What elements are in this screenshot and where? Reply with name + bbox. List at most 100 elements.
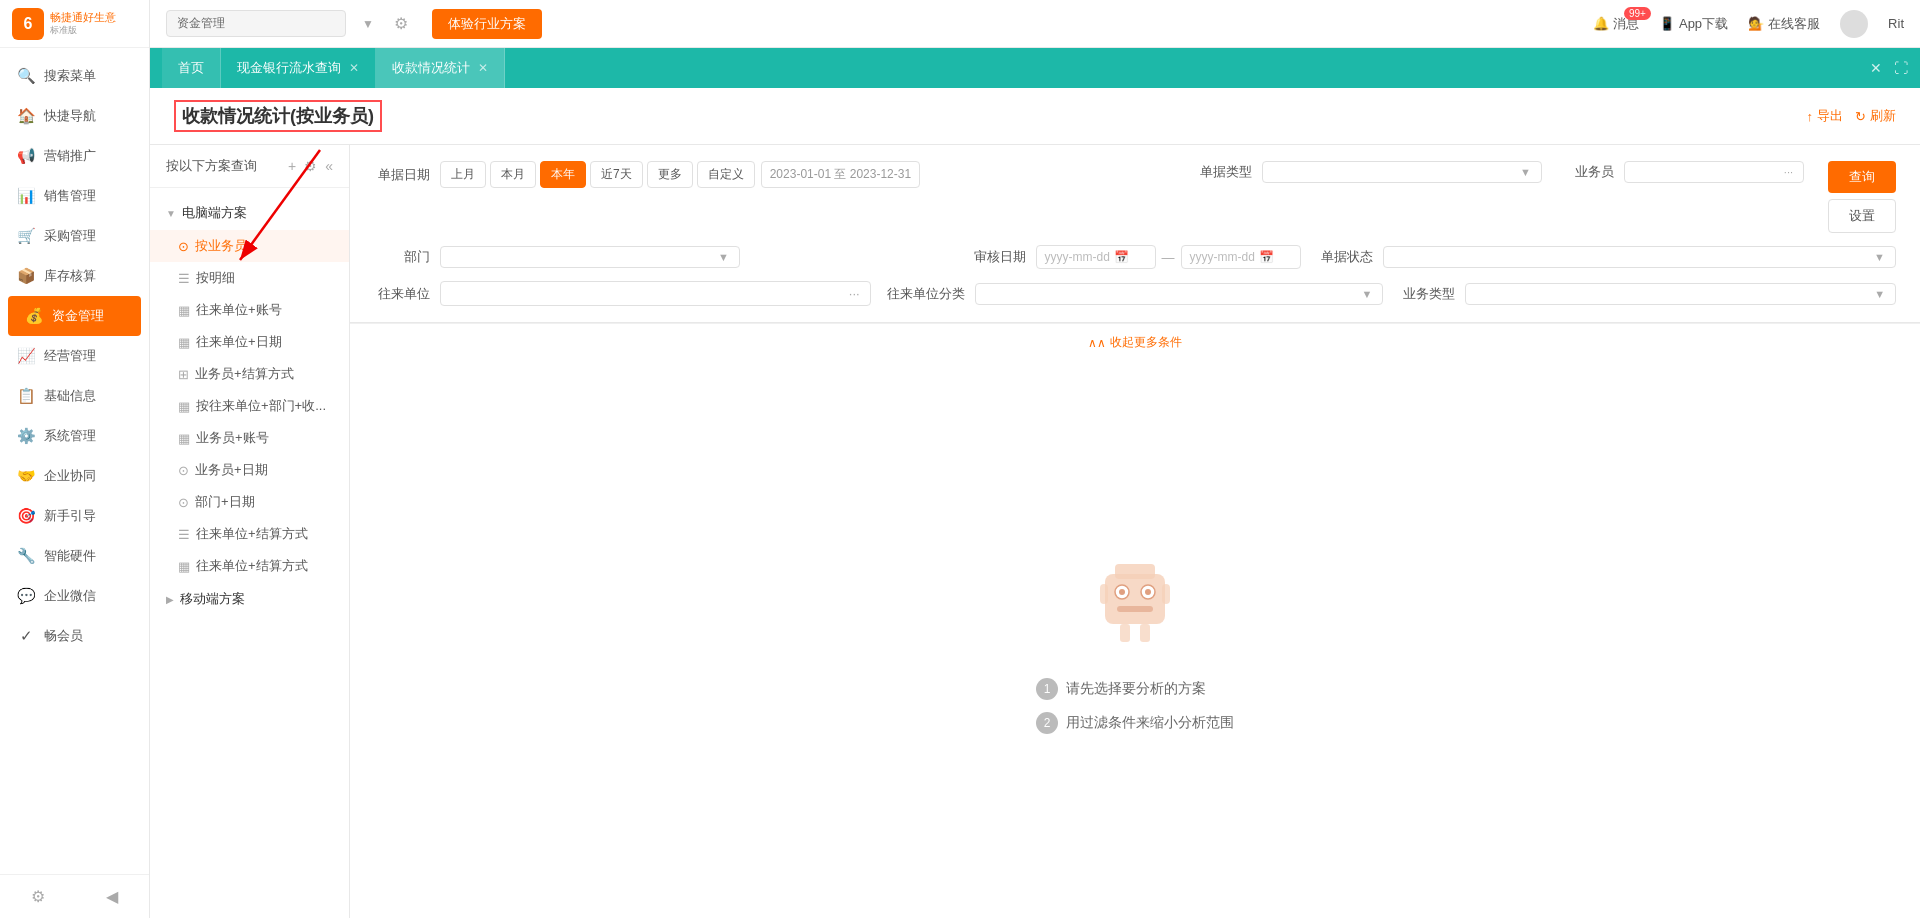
- tab-collection-stat-close-icon[interactable]: ✕: [478, 61, 488, 75]
- filter-row-2: 部门 ▼ 审核日期 yyyy-mm-dd 📅: [374, 245, 1896, 269]
- tab-fullscreen-icon[interactable]: ⛶: [1894, 60, 1908, 76]
- calendar-end-icon: 📅: [1259, 250, 1274, 264]
- sidebar-item-operation[interactable]: 📈 经营管理: [0, 336, 149, 376]
- tab-close-all-icon[interactable]: ✕: [1870, 60, 1882, 76]
- tab-home[interactable]: 首页: [162, 48, 221, 88]
- collapse-label: 收起更多条件: [1110, 334, 1182, 351]
- panel-add-icon[interactable]: +: [288, 158, 296, 174]
- tree-item-by-salesman[interactable]: ⊙ 按业务员: [150, 230, 349, 262]
- online-service-button[interactable]: 💁 在线客服: [1748, 15, 1820, 33]
- tree-item-dept-date[interactable]: ⊙ 部门+日期: [150, 486, 349, 518]
- empty-step-2: 2 用过滤条件来缩小分析范围: [1036, 712, 1234, 734]
- sidebar-item-guide[interactable]: 🎯 新手引导: [0, 496, 149, 536]
- sidebar-item-quick-nav[interactable]: 🏠 快捷导航: [0, 96, 149, 136]
- filter-row-3: 往来单位 ··· 往来单位分类 ▼: [374, 281, 1896, 306]
- sidebar-item-search-menu[interactable]: 🔍 搜索菜单: [0, 56, 149, 96]
- tree-item-customer-date[interactable]: ▦ 往来单位+日期: [150, 326, 349, 358]
- date-btn-this-month[interactable]: 本月: [490, 161, 536, 188]
- left-panel: 按以下方案查询 + ⚙ « ▼ 电脑端方案 ⊙: [150, 145, 350, 918]
- tree-section-mobile-title[interactable]: ▶ 移动端方案: [150, 582, 349, 616]
- export-button[interactable]: ↑ 导出: [1807, 107, 1844, 125]
- sidebar-item-sales[interactable]: 📊 销售管理: [0, 176, 149, 216]
- audit-date-start-input[interactable]: yyyy-mm-dd 📅: [1036, 245, 1156, 269]
- salesman-account-label: 业务员+账号: [196, 429, 269, 447]
- app-download-button[interactable]: 📱 App下载: [1659, 15, 1728, 33]
- panel-collapse-icon[interactable]: «: [325, 158, 333, 174]
- sidebar-item-basic-info[interactable]: 📋 基础信息: [0, 376, 149, 416]
- salesman-select[interactable]: ···: [1624, 161, 1804, 183]
- sidebar-item-system[interactable]: ⚙️ 系统管理: [0, 416, 149, 456]
- tree-item-salesman-date[interactable]: ⊙ 业务员+日期: [150, 454, 349, 486]
- tab-bank-flow[interactable]: 现金银行流水查询 ✕: [221, 48, 376, 88]
- sidebar-item-wechat[interactable]: 💬 企业微信: [0, 576, 149, 616]
- tab-bank-flow-close-icon[interactable]: ✕: [349, 61, 359, 75]
- tree-item-customer-settle[interactable]: ☰ 往来单位+结算方式: [150, 518, 349, 550]
- collapse-chevron-icon: ∧∧: [1088, 336, 1106, 350]
- tree-item-salesman-account[interactable]: ▦ 业务员+账号: [150, 422, 349, 454]
- logo-icon: 6: [12, 8, 44, 40]
- sidebar-item-inventory[interactable]: 📦 库存核算: [0, 256, 149, 296]
- audit-date-start-text: yyyy-mm-dd: [1045, 250, 1110, 264]
- dept-label: 部门: [374, 248, 430, 266]
- settings-bottom-icon[interactable]: ⚙: [31, 887, 45, 906]
- salesman-settle-label: 业务员+结算方式: [195, 365, 294, 383]
- sidebar-item-member[interactable]: ✓ 畅会员: [0, 616, 149, 656]
- message-button[interactable]: 🔔 消息 99+: [1593, 15, 1639, 33]
- topbar-gear-icon[interactable]: ⚙: [394, 14, 408, 33]
- date-btn-this-year[interactable]: 本年: [540, 161, 586, 188]
- dept-select[interactable]: ▼: [440, 246, 740, 268]
- sidebar-item-finance[interactable]: 💰 资金管理: [8, 296, 141, 336]
- tree-item-by-detail[interactable]: ☰ 按明细: [150, 262, 349, 294]
- filter-dept-group: 部门 ▼: [374, 246, 954, 268]
- biz-type-select[interactable]: ▼: [1465, 283, 1896, 305]
- tree-item-salesman-settle[interactable]: ⊞ 业务员+结算方式: [150, 358, 349, 390]
- customer-cat-label: 往来单位分类: [887, 285, 965, 303]
- date-btn-custom[interactable]: 自定义: [697, 161, 755, 188]
- tree-item-customer-account[interactable]: ▦ 往来单位+账号: [150, 294, 349, 326]
- tree-item-customer-settle2[interactable]: ▦ 往来单位+结算方式: [150, 550, 349, 582]
- date-btn-last-month[interactable]: 上月: [440, 161, 486, 188]
- breadcrumb-text: 资金管理: [177, 16, 225, 30]
- tab-bank-flow-label: 现金银行流水查询: [237, 59, 341, 77]
- member-icon: ✓: [16, 626, 36, 646]
- audit-date-end-input[interactable]: yyyy-mm-dd 📅: [1181, 245, 1301, 269]
- audit-date-label: 审核日期: [970, 248, 1026, 266]
- empty-step-1: 1 请先选择要分析的方案: [1036, 678, 1234, 700]
- collapse-sidebar-icon[interactable]: ◀: [106, 887, 118, 906]
- customer-cat-select[interactable]: ▼: [975, 283, 1384, 305]
- sidebar-item-enterprise[interactable]: 🤝 企业协同: [0, 456, 149, 496]
- sidebar-item-marketing[interactable]: 📢 营销推广: [0, 136, 149, 176]
- settings-button[interactable]: 设置: [1828, 199, 1896, 233]
- panel-settings-icon[interactable]: ⚙: [304, 158, 317, 174]
- panel-header-label: 按以下方案查询: [166, 157, 257, 175]
- date-btn-7days[interactable]: 近7天: [590, 161, 643, 188]
- doc-status-select[interactable]: ▼: [1383, 246, 1897, 268]
- sidebar-item-hardware[interactable]: 🔧 智能硬件: [0, 536, 149, 576]
- tabs-bar: 首页 现金银行流水查询 ✕ 收款情况统计 ✕ ✕ ⛶: [150, 48, 1920, 88]
- trial-button[interactable]: 体验行业方案: [432, 9, 542, 39]
- date-range-display[interactable]: 2023-01-01 至 2023-12-31: [761, 161, 920, 188]
- by-detail-label: 按明细: [196, 269, 235, 287]
- user-avatar[interactable]: [1840, 10, 1868, 38]
- refresh-button[interactable]: ↻ 刷新: [1855, 107, 1896, 125]
- empty-state-area: 1 请先选择要分析的方案 2 用过滤条件来缩小分析范围: [350, 361, 1920, 918]
- doc-type-select[interactable]: ▼: [1262, 161, 1542, 183]
- query-button[interactable]: 查询: [1828, 161, 1896, 193]
- breadcrumb[interactable]: 资金管理: [166, 10, 346, 37]
- tree-section-mobile: ▶ 移动端方案: [150, 582, 349, 616]
- doc-status-label: 单据状态: [1317, 248, 1373, 266]
- breadcrumb-arrow-icon[interactable]: ▼: [362, 17, 374, 31]
- sidebar-item-purchase[interactable]: 🛒 采购管理: [0, 216, 149, 256]
- tree-item-customer-dept[interactable]: ▦ 按往来单位+部门+收...: [150, 390, 349, 422]
- hardware-icon: 🔧: [16, 546, 36, 566]
- sidebar-nav: 🔍 搜索菜单 🏠 快捷导航 📢 营销推广 📊 销售管理 🛒 采购管理 📦: [0, 48, 149, 874]
- by-detail-icon: ☰: [178, 271, 190, 286]
- customer-select[interactable]: ···: [440, 281, 871, 306]
- tab-collection-stat[interactable]: 收款情况统计 ✕: [376, 48, 505, 88]
- collapse-bar[interactable]: ∧∧ 收起更多条件: [350, 323, 1920, 361]
- date-btn-more[interactable]: 更多: [647, 161, 693, 188]
- doc-type-arrow-icon: ▼: [1520, 166, 1531, 178]
- step-1-text: 请先选择要分析的方案: [1066, 680, 1206, 698]
- tree-section-desktop-title[interactable]: ▼ 电脑端方案: [150, 196, 349, 230]
- by-salesman-label: 按业务员: [195, 237, 247, 255]
